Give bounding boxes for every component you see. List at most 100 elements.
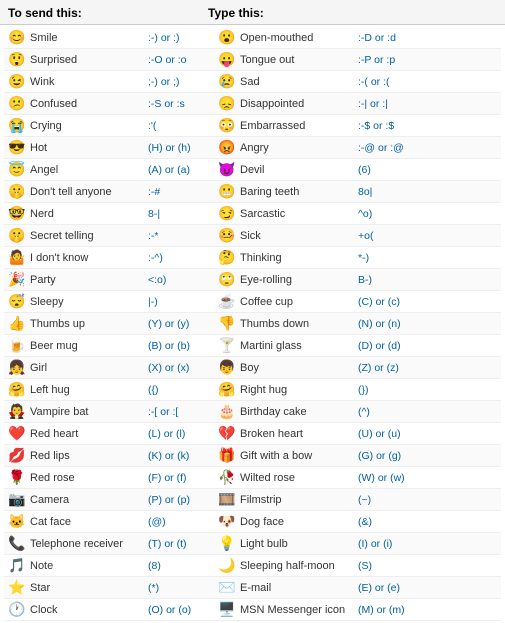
left-code: :-# xyxy=(148,186,208,198)
left-code: (P) or (p) xyxy=(148,494,208,506)
table-row: 🤫 Don't tell anyone :-# 😬 Baring teeth 8… xyxy=(4,181,501,203)
right-col: 🥀 Wilted rose (W) or (w) xyxy=(218,469,418,487)
right-emoji: 👦 xyxy=(218,359,236,377)
right-code: :-$ or :$ xyxy=(358,120,418,132)
left-code: (K) or (k) xyxy=(148,450,208,462)
table-row: 🤫 Secret telling :-* 🤒 Sick +o( xyxy=(4,225,501,247)
right-emoji: 👎 xyxy=(218,315,236,333)
right-label: Broken heart xyxy=(240,428,358,440)
table-row: 📞 Telephone receiver (T) or (t) 💡 Light … xyxy=(4,533,501,555)
right-emoji: ✉️ xyxy=(218,579,236,597)
left-col: 📞 Telephone receiver (T) or (t) xyxy=(8,535,208,553)
right-label: MSN Messenger icon xyxy=(240,604,358,616)
right-label: Gift with a bow xyxy=(240,450,358,462)
right-emoji: 🌙 xyxy=(218,557,236,575)
left-label: Red lips xyxy=(30,450,148,462)
table-row: 🍺 Beer mug (B) or (b) 🍸 Martini glass (D… xyxy=(4,335,501,357)
left-label: Cat face xyxy=(30,516,148,528)
left-label: Girl xyxy=(30,362,148,374)
right-emoji: ☕ xyxy=(218,293,236,311)
left-code: :-[ or :[ xyxy=(148,406,208,418)
left-code: |-) xyxy=(148,296,208,308)
table-row: ❤️ Red heart (L) or (l) 💔 Broken heart (… xyxy=(4,423,501,445)
left-label: Beer mug xyxy=(30,340,148,352)
right-col: 🎁 Gift with a bow (G) or (g) xyxy=(218,447,418,465)
right-label: Sad xyxy=(240,76,358,88)
table-row: 😇 Angel (A) or (a) 😈 Devil (6) xyxy=(4,159,501,181)
right-label: Martini glass xyxy=(240,340,358,352)
left-emoji: 🤓 xyxy=(8,205,26,223)
left-label: Left hug xyxy=(30,384,148,396)
right-col: 🎞️ Filmstrip (~) xyxy=(218,491,418,509)
left-emoji: 📷 xyxy=(8,491,26,509)
table-row: 🤷 I don't know :-^) 🤔 Thinking *-) xyxy=(4,247,501,269)
left-code: ({) xyxy=(148,384,208,396)
table-row: 🌹 Red rose (F) or (f) 🥀 Wilted rose (W) … xyxy=(4,467,501,489)
right-code: (I) or (i) xyxy=(358,538,418,550)
right-code: :-| or :| xyxy=(358,98,418,110)
left-col: 🐱 Cat face (@) xyxy=(8,513,208,531)
left-code: (@) xyxy=(148,516,208,528)
right-code: (&) xyxy=(358,516,418,528)
left-emoji: 😉 xyxy=(8,73,26,91)
left-emoji: 😇 xyxy=(8,161,26,179)
left-label: Clock xyxy=(30,604,148,616)
left-label: Surprised xyxy=(30,54,148,66)
right-code: (G) or (g) xyxy=(358,450,418,462)
table-row: 😎 Hot (H) or (h) 😡 Angry :-@ or :@ xyxy=(4,137,501,159)
left-code: (H) or (h) xyxy=(148,142,208,154)
right-label: Open-mouthed xyxy=(240,32,358,44)
left-emoji: 🎵 xyxy=(8,557,26,575)
right-label: Thinking xyxy=(240,252,358,264)
right-code: (Z) or (z) xyxy=(358,362,418,374)
left-label: Smile xyxy=(30,32,148,44)
header-col3 xyxy=(278,6,478,20)
left-code: (T) or (t) xyxy=(148,538,208,550)
left-label: Red rose xyxy=(30,472,148,484)
right-emoji: 🤒 xyxy=(218,227,236,245)
right-label: E-mail xyxy=(240,582,358,594)
right-code: :-D or :d xyxy=(358,32,418,44)
left-label: Party xyxy=(30,274,148,286)
left-emoji: 🐱 xyxy=(8,513,26,531)
left-emoji: 🧛 xyxy=(8,403,26,421)
right-code: (D) or (d) xyxy=(358,340,418,352)
left-col: 🧛 Vampire bat :-[ or :[ xyxy=(8,403,208,421)
left-emoji: 😴 xyxy=(8,293,26,311)
right-code: (W) or (w) xyxy=(358,472,418,484)
left-label: Wink xyxy=(30,76,148,88)
right-col: 😞 Disappointed :-| or :| xyxy=(218,95,418,113)
left-label: I don't know xyxy=(30,252,148,264)
left-code: (8) xyxy=(148,560,208,572)
right-emoji: 🤗 xyxy=(218,381,236,399)
left-label: Don't tell anyone xyxy=(30,186,148,198)
right-emoji: 😬 xyxy=(218,183,236,201)
left-emoji: 💋 xyxy=(8,447,26,465)
right-label: Thumbs down xyxy=(240,318,358,330)
right-col: 👎 Thumbs down (N) or (n) xyxy=(218,315,418,333)
table-row: 😕 Confused :-S or :s 😞 Disappointed :-| … xyxy=(4,93,501,115)
left-label: Nerd xyxy=(30,208,148,220)
right-code: (C) or (c) xyxy=(358,296,418,308)
right-col: 🤔 Thinking *-) xyxy=(218,249,418,267)
table-row: 🤗 Left hug ({) 🤗 Right hug (}) xyxy=(4,379,501,401)
right-label: Dog face xyxy=(240,516,358,528)
left-code: (B) or (b) xyxy=(148,340,208,352)
left-emoji: ⭐ xyxy=(8,579,26,597)
right-code: +o( xyxy=(358,230,418,242)
left-col: 🤫 Don't tell anyone :-# xyxy=(8,183,208,201)
left-col: 🌹 Red rose (F) or (f) xyxy=(8,469,208,487)
left-label: Hot xyxy=(30,142,148,154)
right-emoji: 🎁 xyxy=(218,447,236,465)
right-code: (^) xyxy=(358,406,418,418)
left-label: Crying xyxy=(30,120,148,132)
table-row: 📷 Camera (P) or (p) 🎞️ Filmstrip (~) xyxy=(4,489,501,511)
left-label: Confused xyxy=(30,98,148,110)
right-col: 😢 Sad :-( or :( xyxy=(218,73,418,91)
table-row: 🧛 Vampire bat :-[ or :[ 🎂 Birthday cake … xyxy=(4,401,501,423)
left-code: (X) or (x) xyxy=(148,362,208,374)
left-col: 🤫 Secret telling :-* xyxy=(8,227,208,245)
right-col: 🖥️ MSN Messenger icon (M) or (m) xyxy=(218,601,418,619)
left-emoji: 🤫 xyxy=(8,227,26,245)
left-emoji: 🤷 xyxy=(8,249,26,267)
